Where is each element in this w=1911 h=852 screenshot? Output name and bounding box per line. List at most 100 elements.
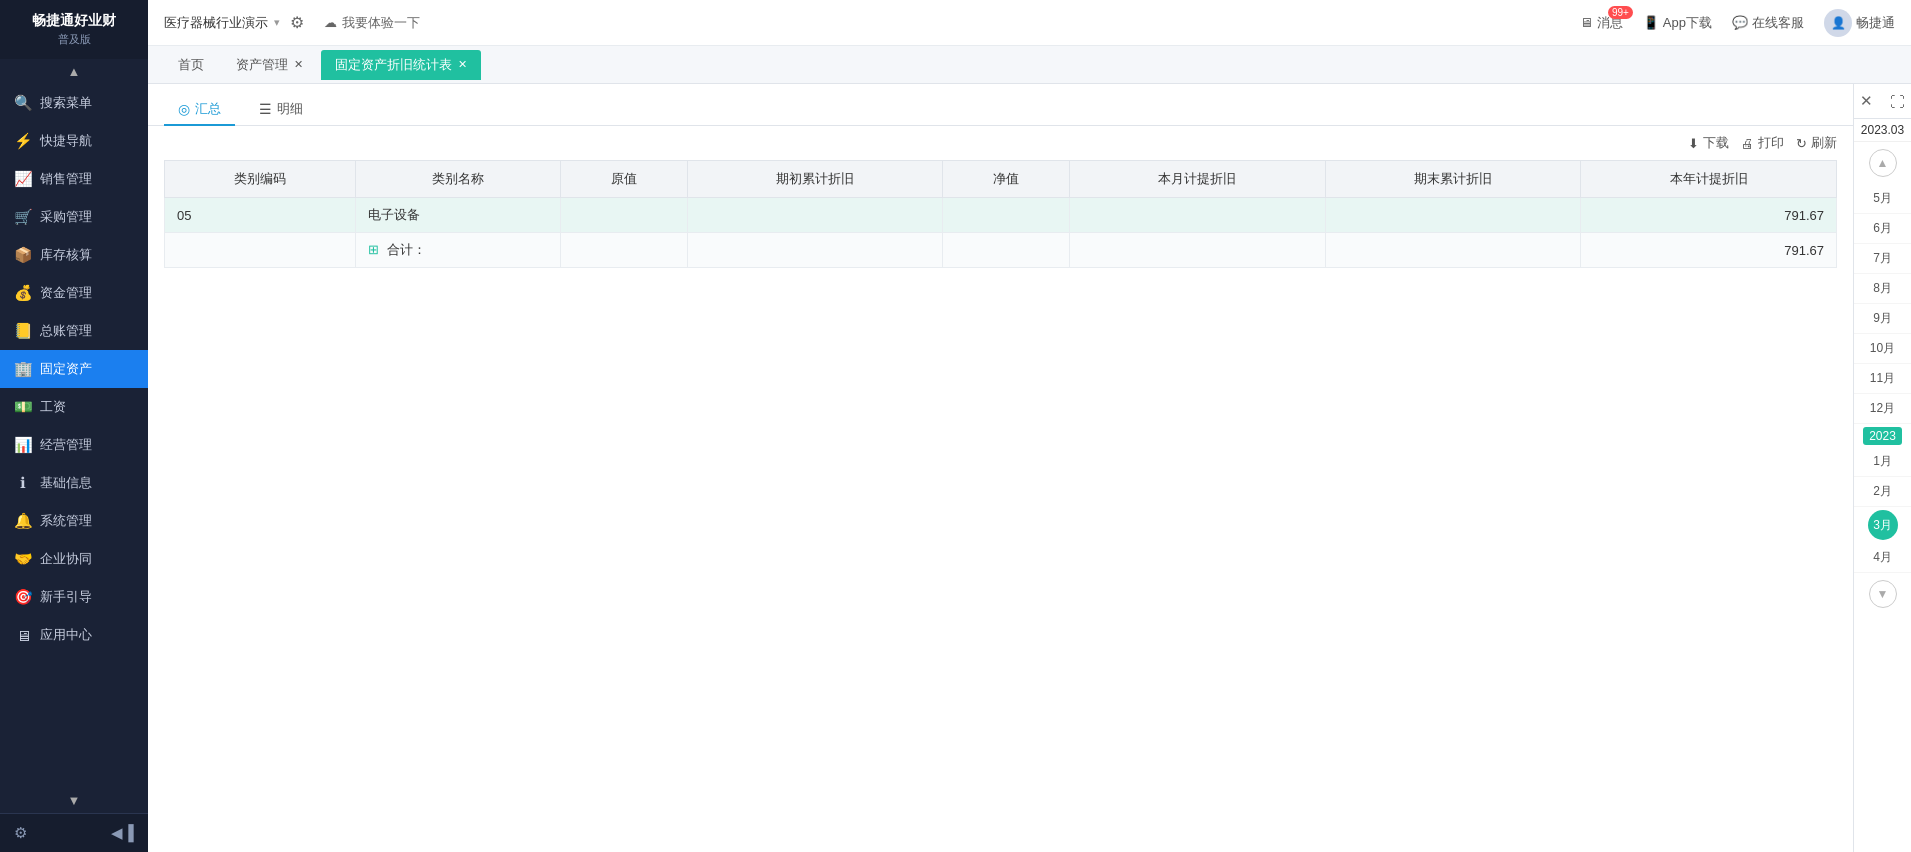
- month-1[interactable]: 1月: [1854, 447, 1911, 477]
- col-name: 类别名称: [356, 161, 561, 198]
- month-11[interactable]: 11月: [1854, 364, 1911, 394]
- messages-button[interactable]: 🖥 消息 99+: [1580, 14, 1623, 32]
- up-arrow-icon[interactable]: ▲: [1869, 149, 1897, 177]
- col-initial-depreciation: 期初累计折旧: [687, 161, 943, 198]
- month-8[interactable]: 8月: [1854, 274, 1911, 304]
- month-2[interactable]: 2月: [1854, 477, 1911, 507]
- funds-icon: 💰: [14, 284, 32, 302]
- month-3-active[interactable]: 3月: [1868, 510, 1898, 540]
- app-name: 畅捷通好业财: [32, 12, 116, 30]
- total-original-value: [561, 233, 688, 268]
- inventory-icon: 📦: [14, 246, 32, 264]
- subtab-detail-label: 明细: [277, 100, 303, 118]
- refresh-button[interactable]: ↻ 刷新: [1796, 134, 1837, 152]
- subtab-summary[interactable]: ◎ 汇总: [164, 94, 235, 126]
- sidebar-item-ledger[interactable]: 📒 总账管理: [0, 312, 148, 350]
- year-2023-badge: 2023: [1854, 424, 1911, 447]
- month-6[interactable]: 6月: [1854, 214, 1911, 244]
- col-code: 类别编码: [165, 161, 356, 198]
- sidebar-item-label: 搜索菜单: [40, 94, 92, 112]
- row-code: 05: [165, 198, 356, 233]
- sidebar-item-fixed-assets[interactable]: 🏢 固定资产: [0, 350, 148, 388]
- month-scroll-down[interactable]: ▼: [1854, 573, 1911, 615]
- quick-nav-icon: ⚡: [14, 132, 32, 150]
- row-net-value: [943, 198, 1070, 233]
- col-original-value: 原值: [561, 161, 688, 198]
- table-container: 类别编码 类别名称 原值 期初累计折旧 净值 本月计提折旧 期末累计折旧 本年计…: [148, 160, 1853, 284]
- sidebar-item-app-center[interactable]: 🖥 应用中心: [0, 616, 148, 654]
- sidebar-item-operations[interactable]: 📊 经营管理: [0, 426, 148, 464]
- sidebar-item-guide[interactable]: 🎯 新手引导: [0, 578, 148, 616]
- app-version: 普及版: [58, 32, 91, 47]
- table-row: 05 电子设备 791.67: [165, 198, 1837, 233]
- col-annual-depreciation: 本年计提折旧: [1581, 161, 1837, 198]
- col-monthly-depreciation: 本月计提折旧: [1069, 161, 1325, 198]
- month-12[interactable]: 12月: [1854, 394, 1911, 424]
- sidebar-item-inventory[interactable]: 📦 库存核算: [0, 236, 148, 274]
- user-menu[interactable]: 👤 畅捷通: [1824, 9, 1895, 37]
- sidebar-item-label: 经营管理: [40, 436, 92, 454]
- download-button[interactable]: ⬇ 下载: [1688, 134, 1729, 152]
- subtab-summary-label: 汇总: [195, 100, 221, 118]
- close-panel-icon[interactable]: ✕: [1860, 92, 1873, 110]
- company-selector[interactable]: 医疗器械行业演示 ▾: [164, 14, 280, 32]
- sidebar-item-funds[interactable]: 💰 资金管理: [0, 274, 148, 312]
- sidebar-item-purchase[interactable]: 🛒 采购管理: [0, 198, 148, 236]
- sidebar-item-payroll[interactable]: 💵 工资: [0, 388, 148, 426]
- depreciation-table: 类别编码 类别名称 原值 期初累计折旧 净值 本月计提折旧 期末累计折旧 本年计…: [164, 160, 1837, 268]
- sidebar-item-label: 固定资产: [40, 360, 92, 378]
- sidebar-scroll-up[interactable]: ▲: [0, 59, 148, 84]
- system-icon: 🔔: [14, 512, 32, 530]
- operations-icon: 📊: [14, 436, 32, 454]
- sidebar-scroll-down[interactable]: ▼: [0, 788, 148, 813]
- col-net-value: 净值: [943, 161, 1070, 198]
- fixed-assets-icon: 🏢: [14, 360, 32, 378]
- company-name: 医疗器械行业演示: [164, 14, 268, 32]
- sidebar-item-sales[interactable]: 📈 销售管理: [0, 160, 148, 198]
- month-7[interactable]: 7月: [1854, 244, 1911, 274]
- sidebar-item-label: 采购管理: [40, 208, 92, 226]
- row-monthly-depreciation: [1069, 198, 1325, 233]
- month-list: ▲ 5月 6月 7月 8月 9月 10月 11月 12月 2023 1月 2月 …: [1854, 142, 1911, 852]
- month-5[interactable]: 5月: [1854, 184, 1911, 214]
- refresh-label: 刷新: [1811, 134, 1837, 152]
- sidebar-item-quick-nav[interactable]: ⚡ 快捷导航: [0, 122, 148, 160]
- total-label: ⊞ 合计：: [356, 233, 561, 268]
- subtab-detail[interactable]: ☰ 明细: [245, 94, 317, 126]
- topbar-settings-icon[interactable]: ⚙: [290, 13, 304, 32]
- tab-home[interactable]: 首页: [164, 50, 218, 80]
- row-initial-depreciation: [687, 198, 943, 233]
- guide-icon: 🎯: [14, 588, 32, 606]
- month-4[interactable]: 4月: [1854, 543, 1911, 573]
- experience-text: 我要体验一下: [342, 14, 420, 32]
- content-area: ◎ 汇总 ☰ 明细 ⬇ 下载 🖨 打印 ↻: [148, 84, 1911, 852]
- tab-depreciation-close-icon[interactable]: ✕: [458, 58, 467, 71]
- experience-button[interactable]: ☁ 我要体验一下: [324, 14, 420, 32]
- settings-icon[interactable]: ⚙: [14, 824, 27, 842]
- topbar-right: 🖥 消息 99+ 📱 App下载 💬 在线客服 👤 畅捷通: [1580, 9, 1895, 37]
- expand-panel-icon[interactable]: ⛶: [1890, 93, 1905, 110]
- ledger-icon: 📒: [14, 322, 32, 340]
- online-service-button[interactable]: 💬 在线客服: [1732, 14, 1804, 32]
- sidebar-item-system[interactable]: 🔔 系统管理: [0, 502, 148, 540]
- sidebar-menu: 🔍 搜索菜单 ⚡ 快捷导航 📈 销售管理 🛒 采购管理 📦 库存核算 💰 资金管…: [0, 84, 148, 788]
- app-center-icon: 🖥: [14, 627, 32, 644]
- sidebar-item-search[interactable]: 🔍 搜索菜单: [0, 84, 148, 122]
- sidebar-item-label: 系统管理: [40, 512, 92, 530]
- month-scroll-up[interactable]: ▲: [1854, 142, 1911, 184]
- tab-depreciation-report[interactable]: 固定资产折旧统计表 ✕: [321, 50, 481, 80]
- sidebar-item-collab[interactable]: 🤝 企业协同: [0, 540, 148, 578]
- month-10[interactable]: 10月: [1854, 334, 1911, 364]
- tab-asset-management[interactable]: 资产管理 ✕: [222, 50, 317, 80]
- tab-asset-management-close-icon[interactable]: ✕: [294, 58, 303, 71]
- down-arrow-icon[interactable]: ▼: [1869, 580, 1897, 608]
- collapse-icon[interactable]: ◀▐: [111, 824, 134, 842]
- total-monthly-depreciation: [1069, 233, 1325, 268]
- cloud-icon: ☁: [324, 15, 337, 30]
- tab-home-label: 首页: [178, 56, 204, 74]
- subtab-bar: ◎ 汇总 ☰ 明细: [148, 84, 1853, 126]
- sidebar-item-basic-info[interactable]: ℹ 基础信息: [0, 464, 148, 502]
- print-button[interactable]: 🖨 打印: [1741, 134, 1784, 152]
- app-download-button[interactable]: 📱 App下载: [1643, 14, 1712, 32]
- month-9[interactable]: 9月: [1854, 304, 1911, 334]
